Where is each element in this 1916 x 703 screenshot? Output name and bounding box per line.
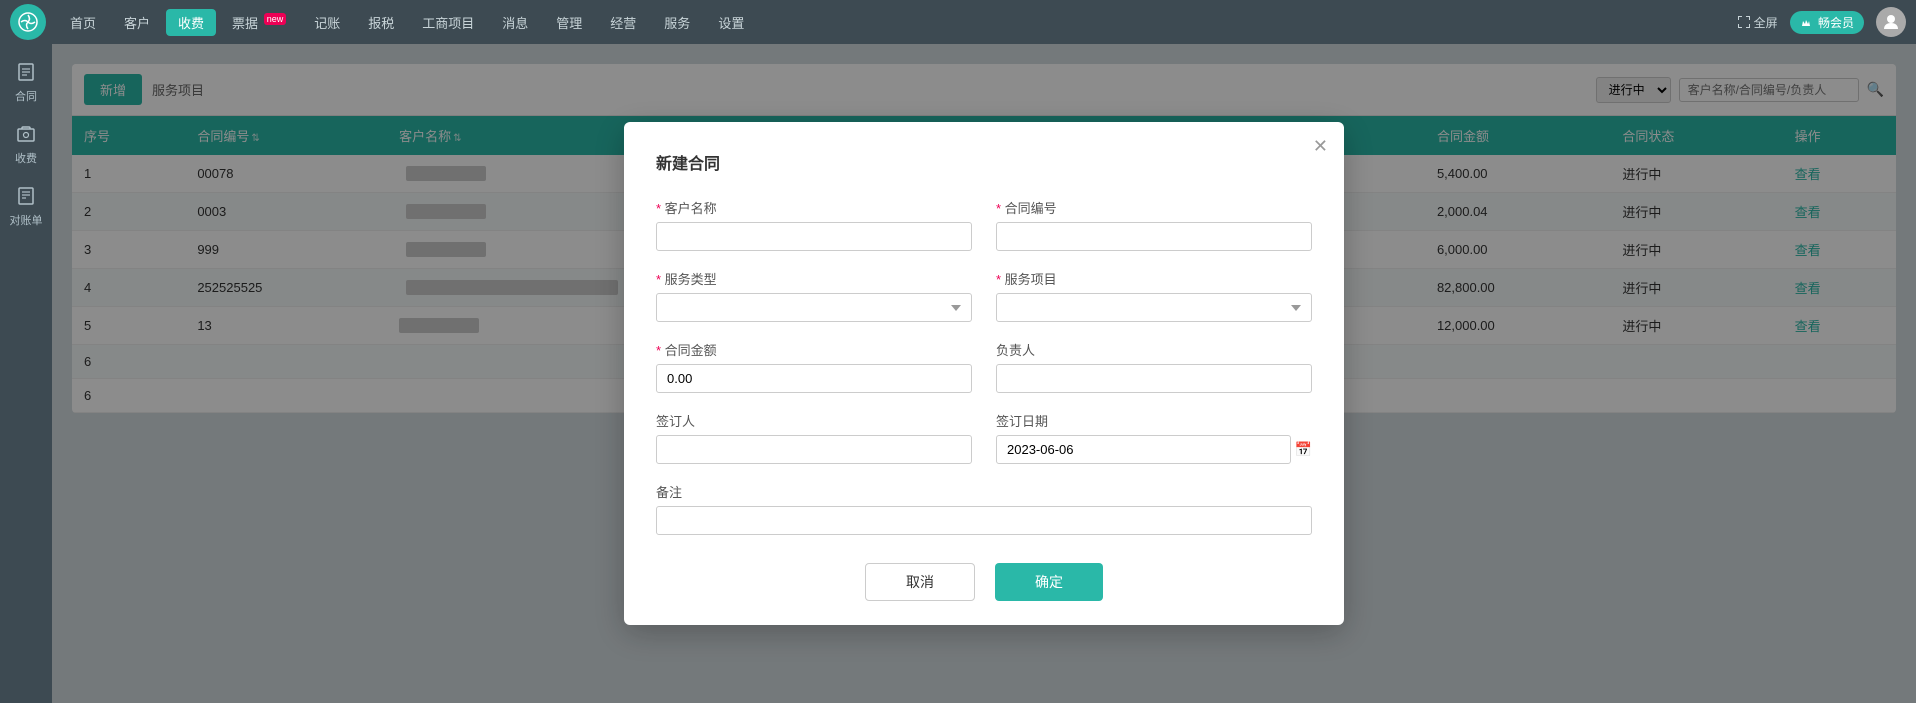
main-layout: 合同 收费 对账单 新增 服务项目 进行中 已完成 [0, 44, 1916, 703]
nav-fee[interactable]: 收费 [166, 9, 216, 36]
statement-icon [16, 186, 36, 209]
fee-icon [16, 124, 36, 147]
service-type-select[interactable] [656, 293, 972, 322]
nav-business[interactable]: 工商项目 [410, 9, 486, 36]
left-sidebar: 合同 收费 对账单 [0, 44, 52, 703]
nav-tax[interactable]: 报税 [356, 9, 406, 36]
content-area: 新增 服务项目 进行中 已完成 已终止 🔍 序号 合同编 [52, 44, 1916, 703]
signer-input[interactable] [656, 435, 972, 464]
contract-icon [16, 62, 36, 85]
field-sign-date: 签订日期 📅 [996, 411, 1312, 464]
sidebar-item-contract[interactable]: 合同 [2, 54, 50, 112]
user-avatar[interactable] [1876, 7, 1906, 37]
confirm-button[interactable]: 确定 [995, 563, 1103, 601]
responsible-person-label: 负责人 [996, 340, 1035, 359]
fullscreen-button[interactable]: 全屏 [1737, 14, 1778, 31]
cancel-button[interactable]: 取消 [865, 563, 975, 601]
field-service-type: 服务类型 [656, 269, 972, 322]
modal-title: 新建合同 [656, 150, 1312, 174]
field-notes: 备注 [656, 482, 1312, 535]
nav-operation[interactable]: 经营 [598, 9, 648, 36]
sign-date-label: 签订日期 [996, 411, 1048, 430]
modal-footer: 取消 确定 [656, 563, 1312, 601]
field-responsible-person: 负责人 [996, 340, 1312, 393]
service-type-label: 服务类型 [656, 269, 717, 288]
nav-service[interactable]: 服务 [652, 9, 702, 36]
responsible-person-input[interactable] [996, 364, 1312, 393]
sidebar-item-statement[interactable]: 对账单 [2, 178, 50, 236]
modal-close-button[interactable]: ✕ [1313, 136, 1328, 157]
app-logo [10, 4, 46, 40]
service-item-select[interactable] [996, 293, 1312, 322]
contract-no-input[interactable] [996, 222, 1312, 251]
sidebar-item-fee[interactable]: 收费 [2, 116, 50, 174]
field-signer: 签订人 [656, 411, 972, 464]
field-contract-amount: 合同金额 [656, 340, 972, 393]
contract-amount-input[interactable] [656, 364, 972, 393]
nav-bill[interactable]: 票据 new [220, 9, 298, 36]
nav-message[interactable]: 消息 [490, 9, 540, 36]
customer-name-label: 客户名称 [656, 198, 717, 217]
calendar-icon[interactable]: 📅 [1295, 441, 1312, 458]
nav-settings[interactable]: 设置 [706, 9, 756, 36]
notes-input[interactable] [656, 506, 1312, 535]
vip-button[interactable]: 畅会员 [1790, 11, 1864, 34]
sidebar-item-statement-label: 对账单 [10, 212, 43, 228]
sidebar-item-fee-label: 收费 [15, 150, 37, 166]
top-nav: 首页 客户 收费 票据 new 记账 报税 工商项目 消息 管理 经营 服务 设… [0, 0, 1916, 44]
service-item-label: 服务项目 [996, 269, 1057, 288]
contract-no-label: 合同编号 [996, 198, 1057, 217]
new-contract-modal: ✕ 新建合同 客户名称 合同编号 [624, 122, 1344, 625]
notes-label: 备注 [656, 482, 682, 501]
customer-name-input[interactable] [656, 222, 972, 251]
nav-customer[interactable]: 客户 [112, 9, 162, 36]
modal-overlay: ✕ 新建合同 客户名称 合同编号 [52, 44, 1916, 703]
field-service-item: 服务项目 [996, 269, 1312, 322]
field-contract-no: 合同编号 [996, 198, 1312, 251]
nav-manage[interactable]: 管理 [544, 9, 594, 36]
top-nav-right: 全屏 畅会员 [1737, 7, 1906, 37]
sign-date-input[interactable] [996, 435, 1291, 464]
nav-home[interactable]: 首页 [58, 9, 108, 36]
sidebar-item-contract-label: 合同 [15, 88, 37, 104]
nav-bookkeeping[interactable]: 记账 [302, 9, 352, 36]
field-customer-name: 客户名称 [656, 198, 972, 251]
signer-label: 签订人 [656, 411, 695, 430]
contract-amount-label: 合同金额 [656, 340, 717, 359]
modal-form: 客户名称 合同编号 服务类型 [656, 198, 1312, 535]
